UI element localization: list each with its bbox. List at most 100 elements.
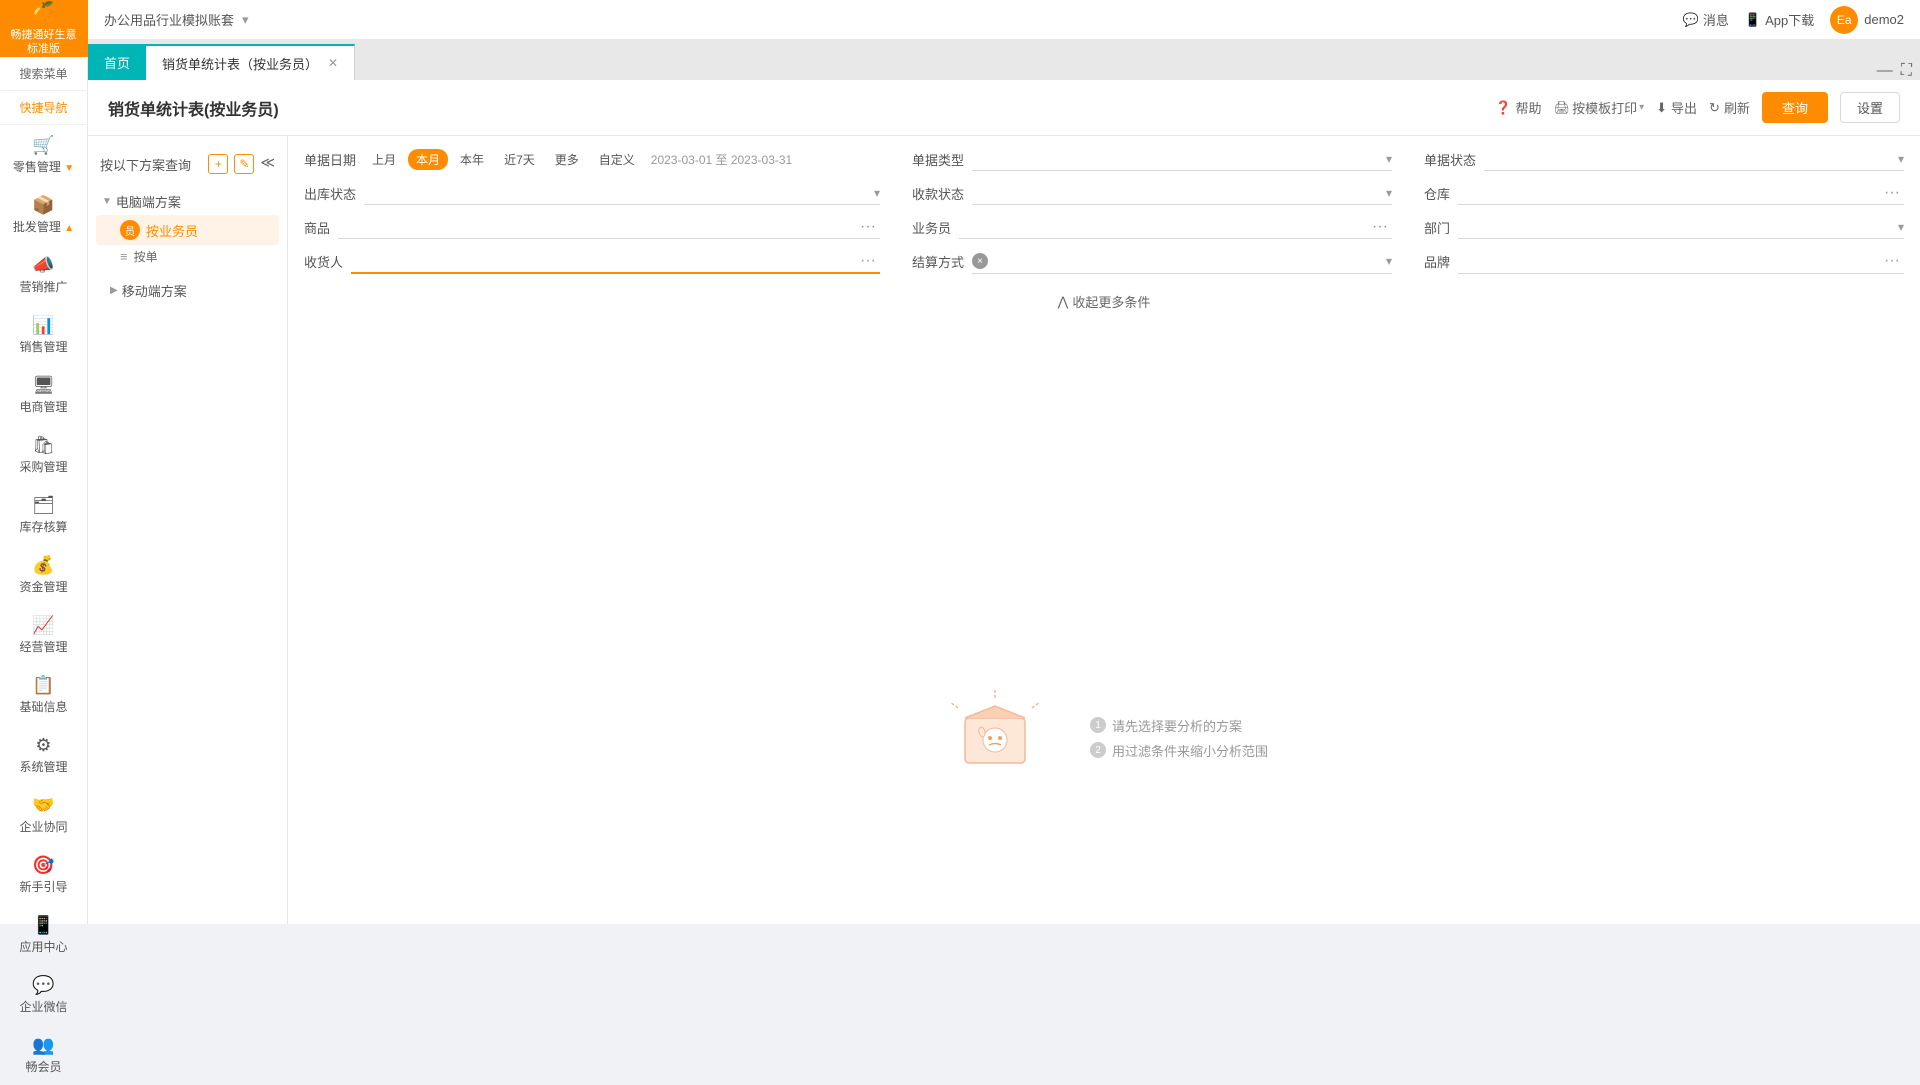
filter-row-3: 商品 ··· 业务员 ··· — [304, 215, 1904, 239]
date-btn-more[interactable]: 更多 — [547, 149, 587, 170]
tab-home[interactable]: 首页 — [88, 44, 146, 80]
salesman-input[interactable] — [959, 215, 1368, 238]
collapse-icon: ≪ — [260, 154, 275, 170]
goods-more-icon[interactable]: ··· — [856, 218, 880, 236]
tab-minimize-btn[interactable]: — — [1877, 62, 1893, 80]
sidebar-item-operations[interactable]: 📈 经营管理 — [0, 605, 88, 665]
date-btn-custom[interactable]: 自定义 — [591, 149, 643, 170]
app-dropdown-icon[interactable]: ▾ — [242, 12, 249, 28]
sidebar-item-inventory[interactable]: 🗂 库存核算 — [0, 485, 88, 545]
paymethod-label: 结算方式 — [912, 252, 964, 271]
docstatus-select[interactable]: ▾ — [1484, 148, 1904, 171]
sidebar-item-basic-info[interactable]: 📋 基础信息 — [0, 665, 88, 725]
tab-sales-stat-label: 销货单统计表（按业务员） — [162, 54, 318, 73]
date-btn-7days[interactable]: 近7天 — [496, 149, 543, 170]
app-logo: 🍊 畅捷通好生意 标准版 — [0, 0, 88, 57]
query-button[interactable]: 查询 — [1762, 92, 1828, 123]
template-print-btn[interactable]: 🖨 按模板打印 ▾ — [1554, 98, 1645, 117]
doctype-chevron: ▾ — [1386, 152, 1392, 166]
scheme-group-mobile-title[interactable]: ▶ 移动端方案 — [96, 276, 279, 305]
outstatus-select[interactable]: ▾ — [364, 182, 880, 205]
quick-nav-btn[interactable]: 快捷导航 — [0, 91, 88, 125]
refresh-btn[interactable]: ↻ 刷新 — [1709, 98, 1750, 117]
member-icon: 👥 — [0, 1035, 88, 1056]
sidebar-label-system: 系统管理 — [19, 760, 67, 774]
scheme-item-order[interactable]: ≡ 按单 — [96, 245, 279, 268]
doctype-select[interactable]: ▾ — [972, 148, 1392, 171]
tip-text-2: 用过滤条件来缩小分析范围 — [1112, 741, 1268, 760]
wholesale-icon: 📦 — [0, 195, 88, 216]
sidebar-item-wholesale[interactable]: 📦 批发管理 ▲ — [0, 185, 88, 245]
warehouse-more-icon[interactable]: ··· — [1880, 184, 1904, 202]
tab-close-icon[interactable]: ✕ — [328, 56, 338, 70]
side-panel-title: 按以下方案查询 — [100, 155, 191, 174]
recvperson-input[interactable] — [351, 249, 856, 272]
collapse-conditions-btn[interactable]: ⋀ 收起更多条件 — [1058, 292, 1151, 311]
sidebar-item-app-center[interactable]: 📱 应用中心 — [0, 905, 88, 965]
sidebar-item-member[interactable]: 👥 畅会员 — [0, 1025, 88, 1085]
app-download-btn[interactable]: 📱 App下载 — [1745, 10, 1814, 29]
date-filter: 上月 本月 本年 近7天 更多 自定义 2023-03-01 至 2023-03… — [364, 149, 880, 170]
search-menu-btn[interactable]: 搜索菜单 — [0, 57, 88, 91]
sidebar-item-ecommerce[interactable]: 🖥 电商管理 — [0, 365, 88, 425]
filter-data-area: 单据日期 上月 本月 本年 近7天 更多 自定义 2023-03-01 至 20… — [288, 136, 1920, 924]
filter-docstatus-item: 单据状态 ▾ — [1424, 148, 1904, 171]
salesman-more-icon[interactable]: ··· — [1368, 218, 1392, 236]
help-btn[interactable]: ❓ 帮助 — [1495, 98, 1541, 117]
side-panel: 按以下方案查询 + ✎ ≪ ▼ — [88, 136, 288, 924]
sp-actions: + ✎ ≪ — [208, 154, 275, 174]
date-btn-last-month[interactable]: 上月 — [364, 149, 404, 170]
sidebar-item-retail[interactable]: 🛒 零售管理 ▼ — [0, 125, 88, 185]
dept-select[interactable]: ▾ — [1458, 216, 1904, 239]
sidebar-item-marketing[interactable]: 📣 营销推广 — [0, 245, 88, 305]
wholesale-expand-icon: ▲ — [64, 223, 74, 234]
sidebar-label-purchase: 采购管理 — [19, 460, 67, 474]
sidebar-item-finance[interactable]: 💰 资金管理 — [0, 545, 88, 605]
warehouse-input[interactable] — [1458, 181, 1880, 204]
filter-goods-item: 商品 ··· — [304, 215, 880, 239]
empty-tips: 1 请先选择要分析的方案 2 用过滤条件来缩小分析范围 — [1090, 716, 1268, 766]
scheme-item-salesman[interactable]: 员 按业务员 — [96, 215, 279, 245]
date-btn-this-year[interactable]: 本年 — [452, 149, 492, 170]
tip-num-2: 2 — [1090, 742, 1106, 758]
docstatus-chevron: ▾ — [1898, 152, 1904, 166]
export-label: 导出 — [1671, 98, 1697, 117]
export-btn[interactable]: ⬇ 导出 — [1656, 98, 1697, 117]
goods-input[interactable] — [338, 215, 856, 238]
sidebar-item-sales[interactable]: 📊 销售管理 — [0, 305, 88, 365]
sidebar-item-cooperation[interactable]: 🤝 企业协同 — [0, 785, 88, 845]
help-label: 帮助 — [1516, 98, 1542, 117]
sidebar-label-ecommerce: 电商管理 — [19, 400, 67, 414]
sidebar-label-inventory: 库存核算 — [19, 520, 67, 534]
print-icon: 🖨 — [1554, 100, 1571, 116]
sidebar-item-wechat[interactable]: 💬 企业微信 — [0, 965, 88, 1025]
message-btn[interactable]: 💬 消息 — [1683, 10, 1729, 29]
date-btn-this-month[interactable]: 本月 — [408, 149, 448, 170]
sidebar-item-newbie[interactable]: 🎯 新手引导 — [0, 845, 88, 905]
sp-add-btn[interactable]: + — [208, 154, 228, 174]
tab-sales-stat[interactable]: 销货单统计表（按业务员） ✕ — [146, 44, 355, 80]
settings-button[interactable]: 设置 — [1840, 92, 1900, 123]
tabs-controls: — ⛶ — [1869, 62, 1920, 80]
recvperson-more-icon[interactable]: ··· — [856, 252, 880, 270]
sidebar-item-purchase[interactable]: 🛍 采购管理 — [0, 425, 88, 485]
wechat-icon: 💬 — [0, 975, 88, 996]
user-area[interactable]: Ea demo2 — [1830, 6, 1904, 34]
tab-maximize-btn[interactable]: ⛶ — [1901, 62, 1912, 80]
group-mobile-label: 移动端方案 — [122, 281, 187, 300]
paymethod-clear-icon[interactable]: × — [972, 253, 988, 269]
side-panel-header: 按以下方案查询 + ✎ ≪ — [88, 148, 287, 180]
scheme-group-desktop-title[interactable]: ▼ 电脑端方案 — [96, 188, 279, 215]
empty-tip-2: 2 用过滤条件来缩小分析范围 — [1090, 741, 1268, 760]
sp-edit-btn[interactable]: ✎ — [234, 154, 254, 174]
sidebar-item-system[interactable]: ⚙ 系统管理 — [0, 725, 88, 785]
paymethod-select[interactable]: × ▾ — [972, 249, 1392, 274]
doctype-label: 单据类型 — [912, 150, 964, 169]
brand-input[interactable] — [1458, 250, 1880, 273]
message-icon: 💬 — [1683, 12, 1699, 28]
recvstatus-select[interactable]: ▾ — [972, 182, 1392, 205]
salesman-circle-icon: 员 — [120, 220, 140, 240]
sp-collapse-btn[interactable]: ≪ — [260, 154, 275, 174]
brand-more-icon[interactable]: ··· — [1880, 252, 1904, 270]
filter-brand-item: 品牌 ··· — [1424, 250, 1904, 274]
